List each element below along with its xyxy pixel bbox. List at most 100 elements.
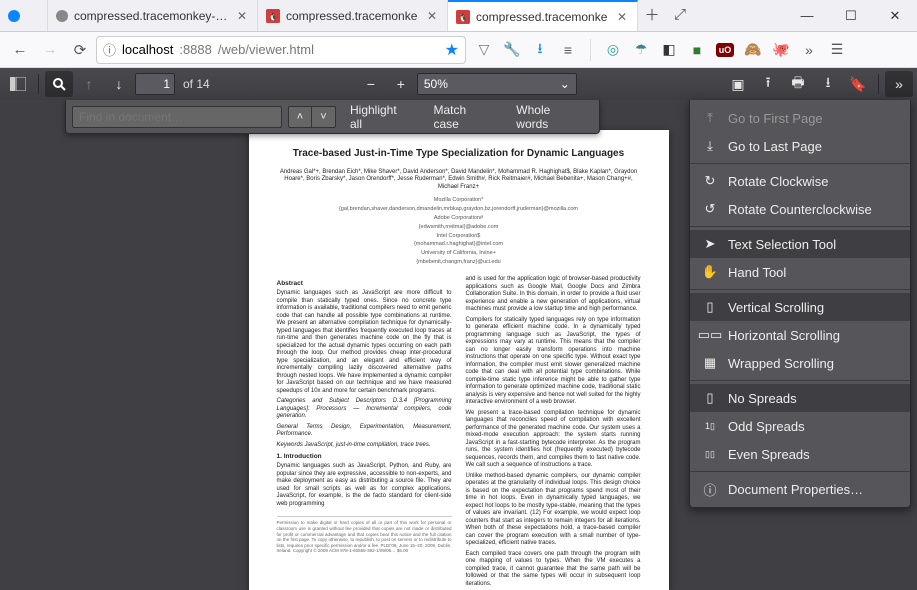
menu-text-selection[interactable]: ➤ Text Selection Tool bbox=[690, 230, 910, 258]
find-bar: ˄ ˅ Highlight all Match case Whole words bbox=[65, 100, 600, 134]
menu-last-page[interactable]: ⤓ Go to Last Page bbox=[690, 132, 910, 160]
extension-icon[interactable]: ■ bbox=[687, 40, 707, 60]
categories-text: Categories and Subject Descriptors D.3.4… bbox=[277, 398, 452, 421]
extension-icon[interactable]: ☂ bbox=[631, 40, 651, 60]
back-button[interactable]: ← bbox=[6, 36, 34, 64]
bookmark-button[interactable]: 🔖 bbox=[844, 71, 872, 97]
open-file-button[interactable]: ⭱ bbox=[754, 71, 782, 97]
forward-button[interactable]: → bbox=[36, 36, 64, 64]
close-icon[interactable]: ✕ bbox=[425, 9, 439, 23]
no-spreads-icon: ▯ bbox=[702, 390, 718, 406]
pdf-icon: 🐧 bbox=[456, 10, 470, 24]
browser-tab[interactable]: 🐧 compressed.tracemonke ✕ bbox=[258, 0, 448, 31]
close-icon[interactable]: ✕ bbox=[615, 10, 629, 24]
zoom-out-button[interactable]: − bbox=[357, 71, 385, 97]
menu-label: Rotate Clockwise bbox=[728, 174, 828, 189]
download-button[interactable]: ⭳ bbox=[814, 71, 842, 97]
menu-no-spreads[interactable]: ▯ No Spreads bbox=[690, 384, 910, 412]
intro-heading: 1. Introduction bbox=[277, 453, 452, 461]
downloads-icon[interactable]: ⭳ bbox=[530, 40, 550, 60]
ublock-icon[interactable]: uO bbox=[715, 40, 735, 60]
rotate-cw-icon: ↻ bbox=[702, 173, 718, 189]
pocket-icon[interactable]: ▽ bbox=[474, 40, 494, 60]
match-case-toggle[interactable]: Match case bbox=[425, 103, 502, 131]
menu-even-spreads[interactable]: ▯▯ Even Spreads bbox=[690, 440, 910, 468]
tab-title: compressed.tracemonke bbox=[476, 10, 609, 24]
extension-icon[interactable]: 🐙 bbox=[771, 40, 791, 60]
page-number-input[interactable] bbox=[135, 73, 175, 95]
find-next-button[interactable]: ˅ bbox=[312, 106, 336, 128]
menu-label: Odd Spreads bbox=[728, 419, 805, 434]
find-input[interactable] bbox=[72, 106, 282, 128]
extension-icon[interactable]: ◎ bbox=[603, 40, 623, 60]
expand-tabs-button[interactable]: ⤢ bbox=[666, 0, 694, 28]
browser-tab[interactable] bbox=[0, 0, 48, 31]
sidebar-toggle-button[interactable] bbox=[4, 71, 32, 97]
url-port: :8888 bbox=[179, 42, 212, 57]
extension-icon[interactable]: 🙈 bbox=[743, 40, 763, 60]
browser-navbar: ← → ⟳ ⓘ localhost:8888/web/viewer.html ★… bbox=[0, 32, 917, 68]
menu-vertical-scrolling[interactable]: ▯ Vertical Scrolling bbox=[690, 293, 910, 321]
zoom-select[interactable]: 50% ⌄ bbox=[417, 73, 577, 95]
overflow-icon[interactable]: » bbox=[799, 40, 819, 60]
paper-column-right: and is used for the application logic of… bbox=[466, 276, 641, 590]
menu-label: Vertical Scrolling bbox=[728, 300, 824, 315]
window-maximize-button[interactable]: ☐ bbox=[829, 0, 873, 31]
wrapped-scroll-icon: ▦ bbox=[702, 355, 718, 371]
menu-rotate-ccw[interactable]: ↺ Rotate Counterclockwise bbox=[690, 195, 910, 223]
body-text: Each compiled trace covers one path thro… bbox=[466, 551, 641, 589]
library-icon[interactable]: ≡ bbox=[558, 40, 578, 60]
intro-text: Dynamic languages such as JavaScript, Py… bbox=[277, 463, 452, 508]
url-bar[interactable]: ⓘ localhost:8888/web/viewer.html ★ bbox=[96, 36, 466, 64]
extension-icon[interactable]: ◧ bbox=[659, 40, 679, 60]
tab-favicon-dot bbox=[8, 10, 20, 22]
odd-spreads-icon: 1▯ bbox=[702, 418, 718, 434]
menu-hand-tool[interactable]: ✋ Hand Tool bbox=[690, 258, 910, 286]
bookmark-star-icon[interactable]: ★ bbox=[445, 40, 459, 60]
window-minimize-button[interactable]: — bbox=[785, 0, 829, 31]
hand-icon: ✋ bbox=[702, 264, 718, 280]
highlight-all-toggle[interactable]: Highlight all bbox=[342, 103, 419, 131]
browser-tab[interactable]: compressed.tracemonkey-p… ✕ bbox=[48, 0, 258, 31]
menu-horizontal-scrolling[interactable]: ▭▭ Horizontal Scrolling bbox=[690, 321, 910, 349]
menu-first-page: ⤒ Go to First Page bbox=[690, 104, 910, 132]
first-page-icon: ⤒ bbox=[702, 110, 718, 126]
menu-rotate-cw[interactable]: ↻ Rotate Clockwise bbox=[690, 167, 910, 195]
close-icon[interactable]: ✕ bbox=[235, 9, 249, 23]
paper-affiliation: Intel Corporation$ bbox=[277, 233, 641, 240]
abstract-text: Dynamic languages such as JavaScript are… bbox=[277, 290, 452, 395]
menu-label: Even Spreads bbox=[728, 447, 810, 462]
browser-tab-active[interactable]: 🐧 compressed.tracemonke ✕ bbox=[448, 0, 638, 31]
menu-wrapped-scrolling[interactable]: ▦ Wrapped Scrolling bbox=[690, 349, 910, 377]
menu-icon[interactable]: ☰ bbox=[827, 40, 847, 60]
cursor-icon: ➤ bbox=[702, 236, 718, 252]
new-tab-button[interactable]: ＋ bbox=[638, 0, 666, 28]
menu-label: Go to First Page bbox=[728, 111, 823, 126]
devtools-icon[interactable]: 🔧 bbox=[502, 40, 522, 60]
chevron-down-icon: ⌄ bbox=[560, 77, 570, 91]
secondary-toolbar-button[interactable]: » bbox=[885, 71, 913, 97]
paper-emails: {mohammad.r.haghighat}@intel.com bbox=[277, 241, 641, 248]
menu-label: Wrapped Scrolling bbox=[728, 356, 834, 371]
whole-words-toggle[interactable]: Whole words bbox=[508, 103, 593, 131]
window-close-button[interactable]: ✕ bbox=[873, 0, 917, 31]
find-prev-button[interactable]: ˄ bbox=[288, 106, 312, 128]
body-text: We present a trace-based compilation tec… bbox=[466, 410, 641, 470]
find-button[interactable] bbox=[45, 71, 73, 97]
paper-affiliation: Adobe Corporation# bbox=[277, 215, 641, 222]
menu-odd-spreads[interactable]: 1▯ Odd Spreads bbox=[690, 412, 910, 440]
zoom-in-button[interactable]: + bbox=[387, 71, 415, 97]
pdf-toolbar: ↑ ↓ of 14 − + 50% ⌄ ▣ ⭱ 🖶 ⭳ 🔖 » bbox=[0, 68, 917, 100]
print-button[interactable]: 🖶 bbox=[784, 71, 812, 97]
paper-affiliation: University of California, Irvine+ bbox=[277, 250, 641, 257]
menu-document-properties[interactable]: ⓘ Document Properties… bbox=[690, 475, 910, 503]
paper-emails: {edwsmith,rreitmai}@adobe.com bbox=[277, 224, 641, 231]
site-info-icon[interactable]: ⓘ bbox=[103, 40, 116, 59]
menu-label: Go to Last Page bbox=[728, 139, 822, 154]
paper-affiliation: Mozilla Corporation* bbox=[277, 197, 641, 204]
next-page-button[interactable]: ↓ bbox=[105, 71, 133, 97]
footnote-text: Permission to make digital or hard copie… bbox=[277, 516, 452, 554]
presentation-mode-button[interactable]: ▣ bbox=[724, 71, 752, 97]
reload-button[interactable]: ⟳ bbox=[66, 36, 94, 64]
prev-page-button[interactable]: ↑ bbox=[75, 71, 103, 97]
